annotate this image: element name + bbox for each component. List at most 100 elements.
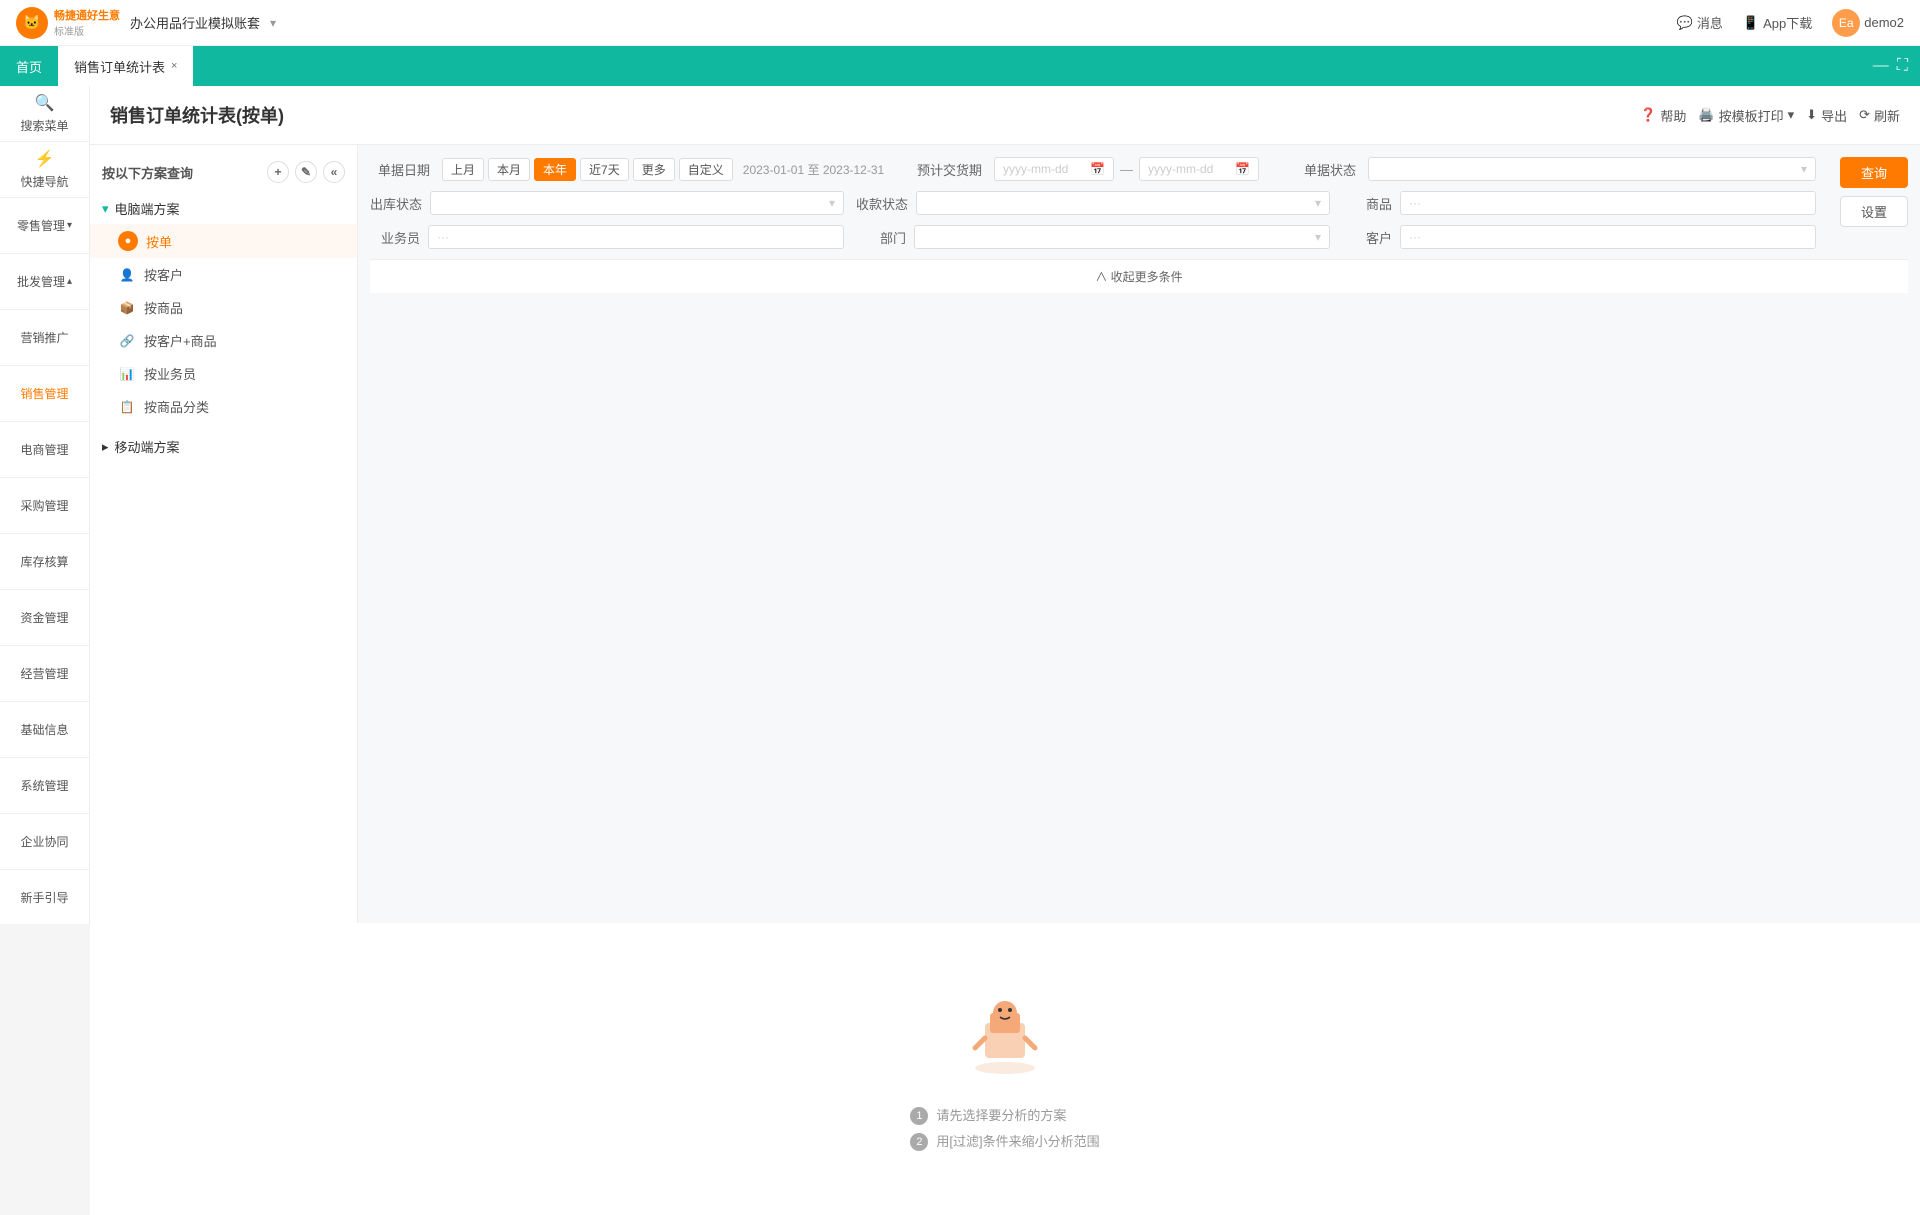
department-label: 部门: [856, 228, 906, 247]
filter-actions: 查询 设置: [1840, 157, 1908, 259]
scheme-item-by-category[interactable]: 📋 按商品分类: [90, 390, 357, 423]
tip-row-1: 1 请先选择要分析的方案: [910, 1103, 1099, 1129]
sidebar-item-base[interactable]: 基础信息: [0, 702, 89, 758]
app-download-btn[interactable]: 📱 App下载: [1743, 13, 1812, 32]
active-dot-by-order: ●: [118, 231, 138, 251]
system-dropdown-btn[interactable]: ▾: [270, 16, 276, 30]
sidebar-item-sales[interactable]: 销售管理: [0, 366, 89, 422]
sidebar-item-wholesale[interactable]: 批发管理 ▴: [0, 254, 89, 310]
tip-text-1: 请先选择要分析的方案: [936, 1103, 1066, 1129]
sidebar-item-inventory[interactable]: 库存核算: [0, 534, 89, 590]
date-start-input[interactable]: yyyy-mm-dd 📅: [994, 157, 1114, 181]
tab-close-btn[interactable]: ×: [171, 60, 177, 72]
scheme-group-mobile-header[interactable]: ▸ 移动端方案: [90, 431, 357, 462]
pc-group-chevron: ▾: [102, 201, 109, 217]
setting-btn[interactable]: 设置: [1840, 196, 1908, 227]
salesperson-label: 业务员: [370, 228, 420, 247]
refresh-btn[interactable]: ⟳ 刷新: [1859, 106, 1900, 125]
collapse-bar[interactable]: ∧ 收起更多条件: [370, 259, 1908, 293]
maximize-btn[interactable]: ⛶: [1897, 57, 1908, 75]
btn-this-month[interactable]: 本月: [488, 158, 530, 181]
salesperson-input[interactable]: ···: [428, 225, 844, 249]
message-icon: 💬: [1677, 15, 1693, 31]
print-icon: 🖨️: [1698, 107, 1714, 123]
sidebar-item-operation[interactable]: 经营管理: [0, 646, 89, 702]
empty-illustration: [955, 983, 1055, 1083]
delivery-status-chevron: ▾: [829, 196, 835, 210]
btn-custom[interactable]: 自定义: [679, 158, 733, 181]
scheme-group-pc-header[interactable]: ▾ 电脑端方案: [90, 193, 357, 224]
user-menu-btn[interactable]: Ea demo2: [1832, 9, 1904, 37]
scheme-label-by-product: 按商品: [144, 298, 183, 317]
scheme-collapse-btn[interactable]: «: [323, 161, 345, 183]
scheme-panel-header: 按以下方案查询 + ✎ «: [90, 155, 357, 189]
department-chevron: ▾: [1315, 230, 1321, 244]
scheme-item-by-salesperson[interactable]: 📊 按业务员: [90, 357, 357, 390]
minimize-btn[interactable]: —: [1873, 57, 1889, 75]
delivery-status-label: 出库状态: [370, 194, 422, 213]
order-stat-tab-label: 销售订单统计表: [74, 57, 165, 76]
product-input[interactable]: ···: [1400, 191, 1816, 215]
order-status-field: ▾: [1368, 157, 1816, 181]
sidebar-item-quicknav[interactable]: ⚡ 快捷导航: [0, 142, 89, 198]
query-btn[interactable]: 查询: [1840, 157, 1908, 188]
date-quick-btns: 上月 本月 本年 近7天 更多 自定义: [442, 158, 733, 181]
sidebar-item-marketing[interactable]: 营销推广: [0, 310, 89, 366]
export-btn[interactable]: ⬇ 导出: [1806, 106, 1847, 125]
scheme-add-btn[interactable]: +: [267, 161, 289, 183]
scheme-label-by-salesperson: 按业务员: [144, 364, 196, 383]
scheme-item-by-cust-prod[interactable]: 🔗 按客户+商品: [90, 324, 357, 357]
export-icon: ⬇: [1806, 107, 1817, 123]
icon-by-category: 📋: [118, 398, 136, 416]
payment-status-select[interactable]: ▾: [916, 191, 1330, 215]
logo-area: 🐱 畅捷通好生意 标准版: [16, 7, 120, 39]
content-area: 销售订单统计表(按单) ❓ 帮助 🖨️ 按模板打印 ▾ ⬇ 导出 ⟳ 刷新: [90, 86, 1920, 1215]
newbie-label: 新手引导: [20, 889, 68, 906]
home-tab-label: 首页: [16, 57, 42, 76]
tip-row-2: 2 用[过滤]条件来缩小分析范围: [910, 1129, 1099, 1155]
filter-fields: 单据日期 上月 本月 本年 近7天 更多 自定义 20: [370, 157, 1816, 259]
salesperson-cell: 业务员 ···: [370, 225, 844, 249]
payment-status-label: 收款状态: [856, 194, 908, 213]
tip-text-2: 用[过滤]条件来缩小分析范围: [936, 1129, 1099, 1155]
date-separator: —: [1120, 162, 1133, 177]
scheme-label-by-customer: 按客户: [144, 265, 183, 284]
order-status-select[interactable]: ▾: [1368, 157, 1816, 181]
print-btn[interactable]: 🖨️ 按模板打印 ▾: [1698, 106, 1794, 125]
btn-last-7days[interactable]: 近7天: [580, 158, 629, 181]
btn-last-month[interactable]: 上月: [442, 158, 484, 181]
scheme-edit-btn[interactable]: ✎: [295, 161, 317, 183]
filter-row-staff: 业务员 ··· 部门 ▾: [370, 225, 1816, 249]
page-header: 销售订单统计表(按单) ❓ 帮助 🖨️ 按模板打印 ▾ ⬇ 导出 ⟳ 刷新: [90, 86, 1920, 145]
sidebar-item-newbie[interactable]: 新手引导: [0, 870, 89, 924]
scheme-item-by-product[interactable]: 📦 按商品: [90, 291, 357, 324]
message-btn[interactable]: 💬 消息: [1677, 13, 1723, 32]
date-end-input[interactable]: yyyy-mm-dd 📅: [1139, 157, 1259, 181]
tab-home[interactable]: 首页: [0, 46, 58, 86]
search-icon: 🔍: [35, 93, 55, 113]
sidebar-item-finance[interactable]: 资金管理: [0, 590, 89, 646]
sidebar-item-system[interactable]: 系统管理: [0, 758, 89, 814]
tab-order-stat[interactable]: 销售订单统计表 ×: [58, 46, 193, 86]
btn-more[interactable]: 更多: [633, 158, 675, 181]
sidebar-item-retail[interactable]: 零售管理 ▾: [0, 198, 89, 254]
wholesale-arrow: ▴: [67, 276, 72, 287]
sales-label: 销售管理: [20, 385, 68, 402]
delivery-status-select[interactable]: ▾: [430, 191, 844, 215]
btn-this-year[interactable]: 本年: [534, 158, 576, 181]
sidebar-item-search[interactable]: 🔍 搜索菜单: [0, 86, 89, 142]
calendar-start-icon: 📅: [1090, 162, 1105, 176]
department-select[interactable]: ▾: [914, 225, 1330, 249]
sidebar-item-purchase[interactable]: 采购管理: [0, 478, 89, 534]
finance-label: 资金管理: [20, 609, 68, 626]
ecommerce-label: 电商管理: [20, 441, 68, 458]
help-btn[interactable]: ❓ 帮助: [1640, 106, 1686, 125]
sidebar-label-quicknav: 快捷导航: [20, 173, 68, 190]
sidebar-item-enterprise[interactable]: 企业协同: [0, 814, 89, 870]
scheme-item-by-customer[interactable]: 👤 按客户: [90, 258, 357, 291]
icon-by-cust-prod: 🔗: [118, 332, 136, 350]
scheme-item-by-order[interactable]: ● 按单: [90, 224, 357, 258]
customer-input[interactable]: ···: [1400, 225, 1816, 249]
sidebar-item-ecommerce[interactable]: 电商管理: [0, 422, 89, 478]
collapse-icon: ∧: [1095, 270, 1107, 284]
